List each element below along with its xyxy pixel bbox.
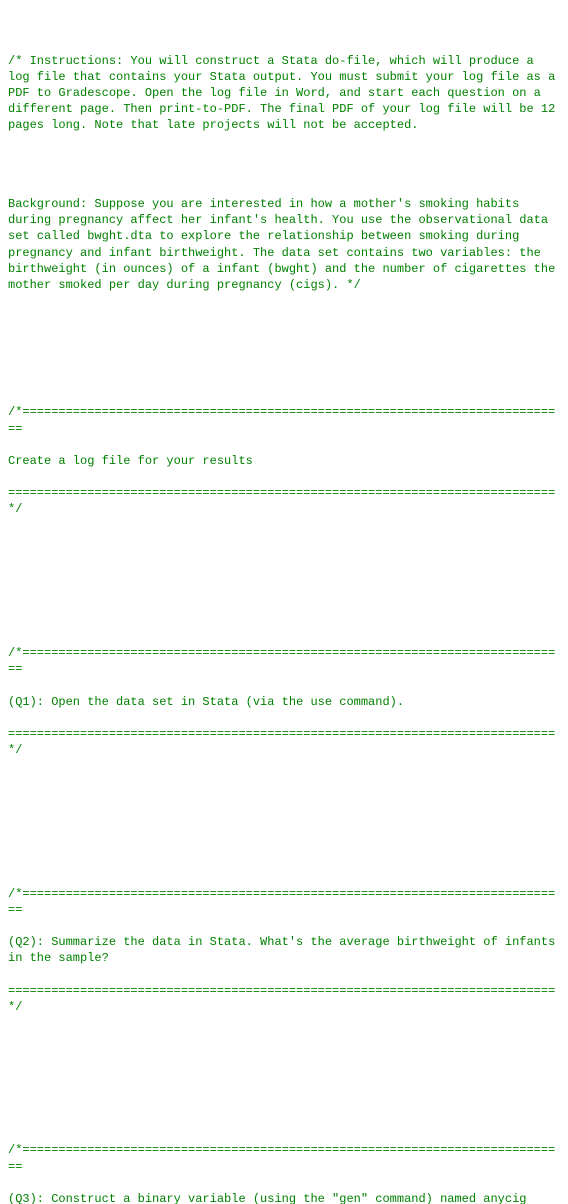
comment-open: /*======================================… bbox=[8, 1142, 560, 1174]
section-title: Create a log file for your results bbox=[8, 453, 560, 469]
section-title: (Q3): Construct a binary variable (using… bbox=[8, 1191, 560, 1204]
background-block: Background: Suppose you are interested i… bbox=[8, 180, 560, 293]
section-q1: /*======================================… bbox=[8, 629, 560, 775]
instructions-text: /* Instructions: You will construct a St… bbox=[8, 54, 563, 133]
background-text: Background: Suppose you are interested i… bbox=[8, 197, 563, 292]
comment-close: ========================================… bbox=[8, 983, 560, 1015]
comment-open: /*======================================… bbox=[8, 886, 560, 918]
comment-close: ========================================… bbox=[8, 485, 560, 517]
comment-open: /*======================================… bbox=[8, 645, 560, 677]
do-file-content: /* Instructions: You will construct a St… bbox=[8, 4, 560, 1204]
comment-open: /*======================================… bbox=[8, 404, 560, 436]
section-q2: /*======================================… bbox=[8, 869, 560, 1031]
instructions-block: /* Instructions: You will construct a St… bbox=[8, 36, 560, 133]
section-title: (Q2): Summarize the data in Stata. What'… bbox=[8, 934, 560, 966]
section-title: (Q1): Open the data set in Stata (via th… bbox=[8, 694, 560, 710]
comment-close: ========================================… bbox=[8, 726, 560, 758]
section-log: /*======================================… bbox=[8, 388, 560, 534]
section-q3: /*======================================… bbox=[8, 1126, 560, 1204]
